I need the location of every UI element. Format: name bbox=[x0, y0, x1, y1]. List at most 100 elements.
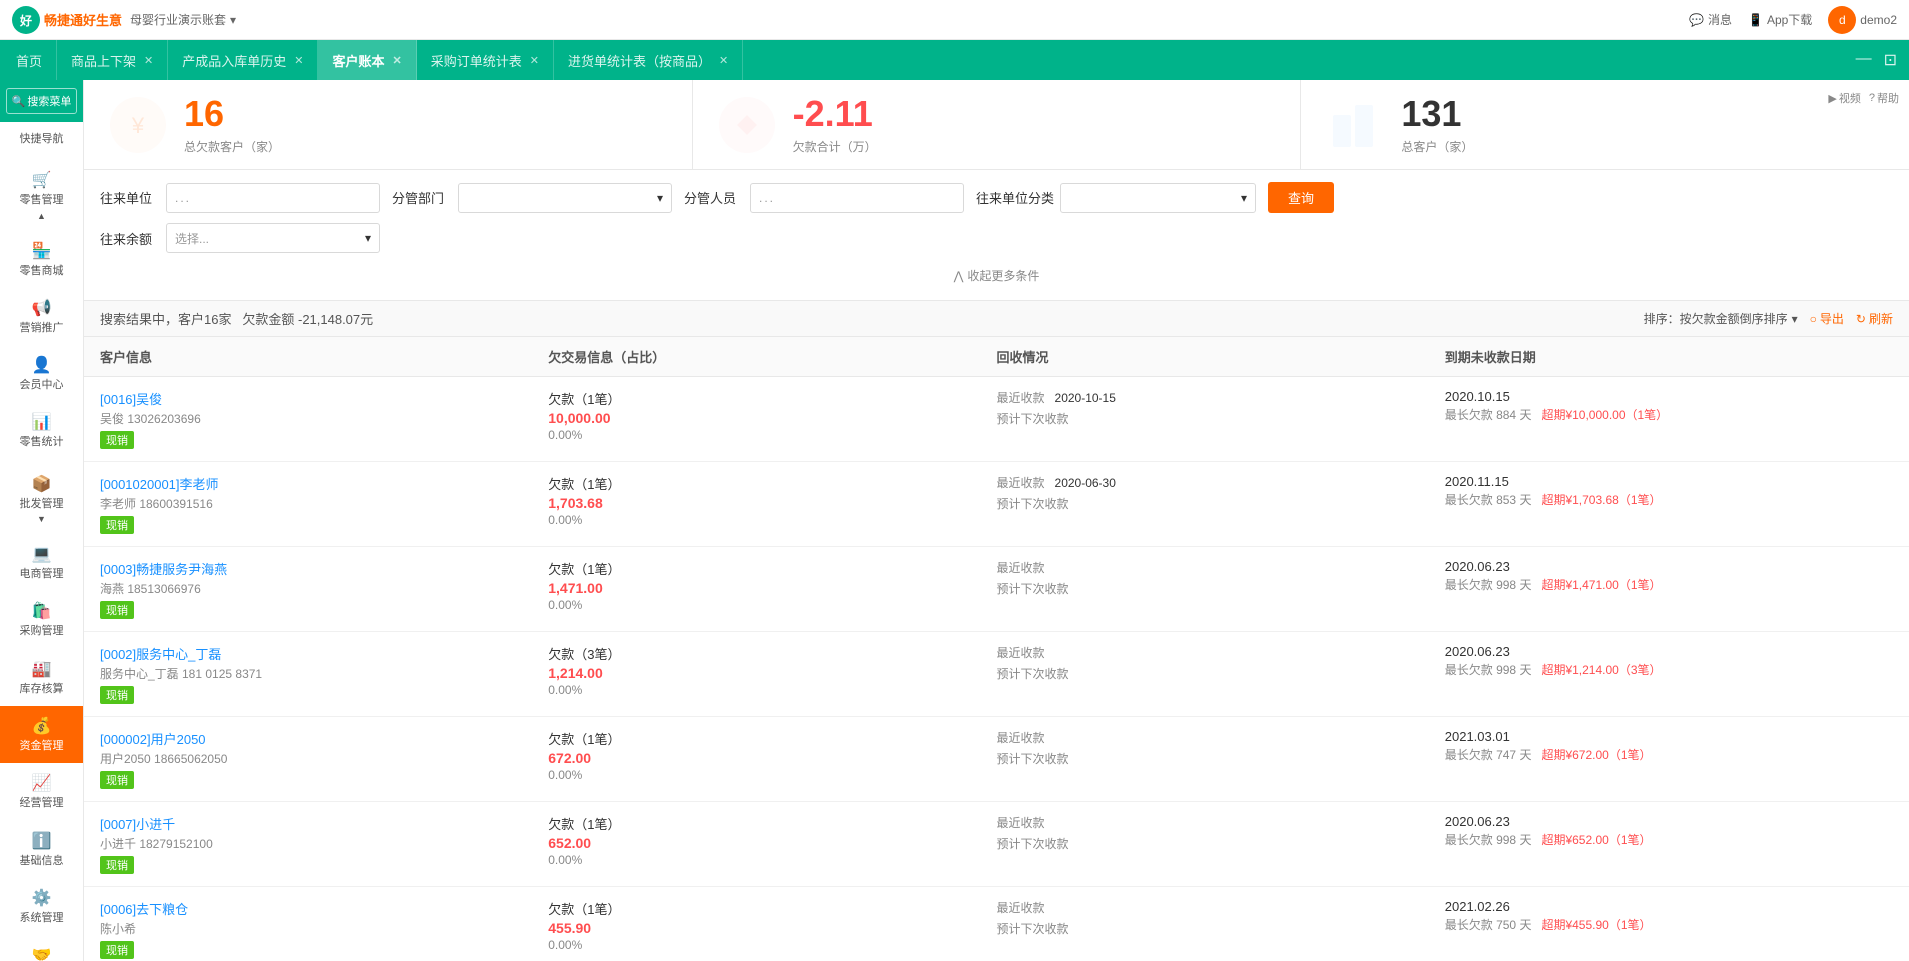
table-row: [000002]用户2050 用户2050 18665062050 现销 欠款（… bbox=[84, 717, 1909, 802]
sidebar-item-retail-mall[interactable]: 🏪 零售商城 bbox=[0, 231, 83, 288]
balance-select[interactable]: 选择... ▾ bbox=[166, 223, 380, 253]
content-area: ¥ 16 总欠款客户（家） -2.11 欠款合计（万） bbox=[84, 80, 1909, 961]
repay-cell-3: 最近收款 预计下次收款 bbox=[997, 644, 1445, 682]
overdue-link-6[interactable]: 超期¥455.90（1笔） bbox=[1541, 918, 1651, 932]
customer-meta-0: 吴俊 13026203696 bbox=[100, 410, 548, 427]
tab-product-online[interactable]: 商品上下架 ✕ bbox=[57, 40, 168, 80]
app-download-action[interactable]: 📱 App下载 bbox=[1748, 11, 1812, 28]
repay-latest-5: 最近收款 bbox=[997, 814, 1445, 831]
user-action[interactable]: d demo2 bbox=[1828, 6, 1897, 34]
customer-name-link-5[interactable]: [0007]小进千 bbox=[100, 817, 175, 832]
debt-cell-4: 欠款（1笔） 672.00 0.00% bbox=[548, 729, 996, 782]
repay-next-4: 预计下次收款 bbox=[997, 750, 1445, 767]
sidebar-item-ops-mgmt[interactable]: 📈 经营管理 bbox=[0, 763, 83, 820]
stat-card-debt-customers: ¥ 16 总欠款客户（家） bbox=[84, 80, 693, 169]
source-unit-input[interactable]: ... bbox=[166, 183, 380, 213]
sidebar-item-sys-mgmt[interactable]: ⚙️ 系统管理 bbox=[0, 878, 83, 935]
debt-amount-4: 672.00 bbox=[548, 750, 996, 766]
tab-close-production-history[interactable]: ✕ bbox=[294, 54, 303, 67]
sidebar-item-stock-check[interactable]: 🏭 库存核算 bbox=[0, 649, 83, 706]
sidebar-item-basic-info[interactable]: ℹ️ 基础信息 bbox=[0, 821, 83, 878]
customer-name-link-0[interactable]: [0016]吴俊 bbox=[100, 392, 162, 407]
sidebar-item-member-center[interactable]: 👤 会员中心 bbox=[0, 345, 83, 402]
tab-close-incoming-summary[interactable]: ✕ bbox=[719, 54, 728, 67]
sort-select[interactable]: 排序：按欠款金额倒序排序 ▾ bbox=[1644, 310, 1798, 327]
due-days-1: 最长欠款 853 天 超期¥1,703.68（1笔） bbox=[1445, 491, 1893, 508]
capital-icon: 💰 bbox=[32, 716, 52, 736]
unit-category-select[interactable]: ▾ bbox=[1060, 183, 1256, 213]
search-button[interactable]: 查询 bbox=[1268, 182, 1334, 213]
customer-name-link-4[interactable]: [000002]用户2050 bbox=[100, 732, 206, 747]
data-table: 客户信息 欠交易信息（占比） 回收情况 到期未收款日期 [0016]吴俊 吴俊 … bbox=[84, 337, 1909, 961]
sidebar-item-purchase-mgmt[interactable]: 🛍️ 采购管理 bbox=[0, 591, 83, 648]
video-help-button[interactable]: ▶ 视频 bbox=[1828, 90, 1860, 106]
table-row: [0006]去下粮仓 陈小希 现销 欠款（1笔） 455.90 0.00% 最近… bbox=[84, 887, 1909, 961]
tab-close-customer-account[interactable]: ✕ bbox=[393, 54, 402, 67]
tab-home[interactable]: 首页 bbox=[8, 40, 57, 80]
tab-minimize-icon[interactable]: — bbox=[1852, 48, 1876, 72]
sidebar-search: 🔍 搜索菜单 bbox=[0, 80, 83, 122]
overdue-link-3[interactable]: 超期¥1,214.00（3笔） bbox=[1541, 663, 1661, 677]
customer-tag-1: 现销 bbox=[100, 516, 134, 534]
sidebar-item-retail-stats[interactable]: 📊 零售统计 bbox=[0, 402, 83, 459]
tab-incoming-summary[interactable]: 进货单统计表（按商品） ✕ bbox=[554, 40, 743, 80]
sys-icon: ⚙️ bbox=[32, 888, 52, 908]
due-cell-5: 2020.06.23 最长欠款 998 天 超期¥652.00（1笔） bbox=[1445, 814, 1893, 848]
sidebar-item-marketing[interactable]: 📢 营销推广 bbox=[0, 288, 83, 345]
customer-name-link-1[interactable]: [0001020001]李老师 bbox=[100, 477, 219, 492]
repay-next-1: 预计下次收款 bbox=[997, 495, 1445, 512]
overdue-link-4[interactable]: 超期¥672.00（1笔） bbox=[1541, 748, 1651, 762]
overdue-link-2[interactable]: 超期¥1,471.00（1笔） bbox=[1541, 578, 1661, 592]
customer-cell-1: [0001020001]李老师 李老师 18600391516 现销 bbox=[100, 474, 548, 534]
logo-icon: 好 bbox=[12, 6, 40, 34]
sidebar-item-capital-mgmt[interactable]: 💰 资金管理 bbox=[0, 706, 83, 763]
tab-purchase-summary[interactable]: 采购订单统计表 ✕ bbox=[417, 40, 554, 80]
refresh-icon: ↻ bbox=[1856, 312, 1866, 326]
retail-mgmt-icon: 🛒 bbox=[32, 170, 52, 190]
debt-count-1: 欠款（1笔） bbox=[548, 474, 996, 493]
total-customers-value: 131 bbox=[1401, 94, 1473, 134]
results-info: 搜索结果中，客户16家 欠款金额 -21,148.07元 bbox=[100, 309, 373, 328]
message-action[interactable]: 💬 消息 bbox=[1689, 11, 1732, 28]
debt-amount-5: 652.00 bbox=[548, 835, 996, 851]
overdue-link-5[interactable]: 超期¥652.00（1笔） bbox=[1541, 833, 1651, 847]
customer-tag-5: 现销 bbox=[100, 856, 134, 874]
customer-name-link-2[interactable]: [0003]畅捷服务尹海燕 bbox=[100, 562, 227, 577]
debt-count-6: 欠款（1笔） bbox=[548, 899, 996, 918]
stock-icon: 🏭 bbox=[32, 659, 52, 679]
overdue-link-1[interactable]: 超期¥1,703.68（1笔） bbox=[1541, 493, 1661, 507]
collapse-button[interactable]: ⋀ 收起更多条件 bbox=[954, 267, 1040, 284]
manager-input[interactable]: ... bbox=[750, 183, 964, 213]
customer-name-link-6[interactable]: [0006]去下粮仓 bbox=[100, 902, 188, 917]
customer-cell-4: [000002]用户2050 用户2050 18665062050 现销 bbox=[100, 729, 548, 789]
refresh-button[interactable]: ↻ 刷新 bbox=[1856, 310, 1893, 327]
repay-latest-0: 最近收款 2020-10-15 bbox=[997, 389, 1445, 406]
tab-close-purchase-summary[interactable]: ✕ bbox=[530, 54, 539, 67]
tab-production-history[interactable]: 产成品入库单历史 ✕ bbox=[168, 40, 318, 80]
due-cell-1: 2020.11.15 最长欠款 853 天 超期¥1,703.68（1笔） bbox=[1445, 474, 1893, 508]
customer-tag-2: 现销 bbox=[100, 601, 134, 619]
tab-close-product-online[interactable]: ✕ bbox=[144, 54, 153, 67]
table-row: [0001020001]李老师 李老师 18600391516 现销 欠款（1笔… bbox=[84, 462, 1909, 547]
overdue-link-0[interactable]: 超期¥10,000.00（1笔） bbox=[1541, 408, 1668, 422]
export-button[interactable]: ○ 导出 bbox=[1810, 310, 1844, 327]
sidebar-item-enterprise-coop[interactable]: 🤝 企业协同 bbox=[0, 935, 83, 961]
sidebar-item-retail-mgmt[interactable]: 🛒 零售管理 ▲ bbox=[0, 160, 83, 230]
sidebar-item-batch-mgmt[interactable]: 📦 批发管理 ▼ bbox=[0, 464, 83, 534]
debt-amount-0: 10,000.00 bbox=[548, 410, 996, 426]
customer-name-link-3[interactable]: [0002]服务中心_丁磊 bbox=[100, 647, 221, 662]
repay-cell-0: 最近收款 2020-10-15 预计下次收款 bbox=[997, 389, 1445, 427]
due-days-3: 最长欠款 998 天 超期¥1,214.00（3笔） bbox=[1445, 661, 1893, 678]
department-select[interactable]: ▾ bbox=[458, 183, 672, 213]
sidebar-item-quick-nav[interactable]: 快捷导航 bbox=[0, 122, 83, 156]
manager-label: 分管人员 bbox=[684, 188, 744, 207]
debt-percent-1: 0.00% bbox=[548, 513, 996, 527]
ops-icon: 📈 bbox=[32, 773, 52, 793]
help-button[interactable]: ? 帮助 bbox=[1869, 90, 1899, 106]
search-menu-button[interactable]: 🔍 搜索菜单 bbox=[6, 88, 77, 114]
filter-department: 分管部门 ▾ bbox=[392, 183, 672, 213]
tab-maximize-icon[interactable]: ⊡ bbox=[1880, 48, 1901, 72]
tab-customer-account[interactable]: 客户账本 ✕ bbox=[318, 40, 416, 80]
sidebar-item-ecom-mgmt[interactable]: 💻 电商管理 bbox=[0, 534, 83, 591]
store-select[interactable]: 母婴行业演示账套 ▾ bbox=[130, 11, 236, 28]
